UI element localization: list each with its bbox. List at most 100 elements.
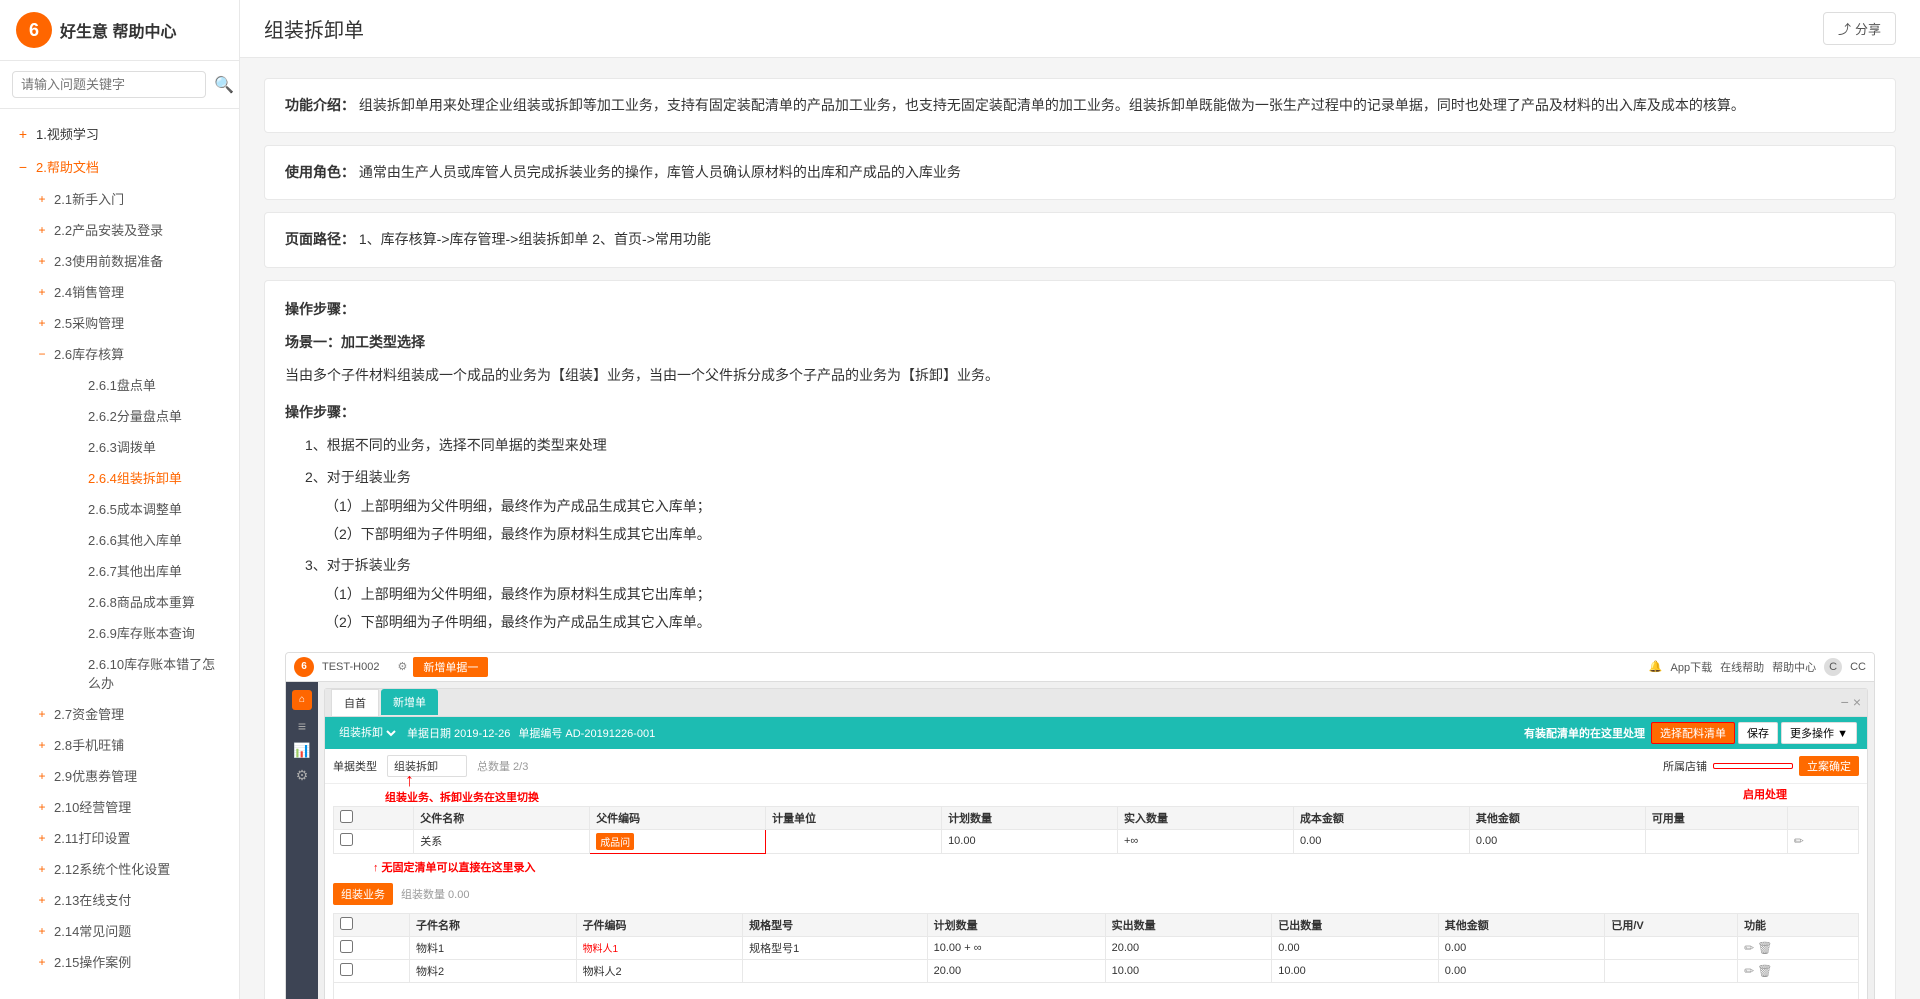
sidebar-item-online-pay[interactable]: + 2.13在线支付 bbox=[0, 884, 239, 915]
ss-icon-settings: ⚙ bbox=[397, 660, 407, 673]
intro-label: 功能介绍： bbox=[285, 97, 355, 113]
ss-bth-child-code: 子件编码 bbox=[576, 913, 743, 936]
search-button[interactable]: 🔍 bbox=[212, 73, 236, 97]
step3-sub2: （2）下部明细为子件明细，最终作为产成品生成其它入库单。 bbox=[285, 610, 1875, 635]
ss-brow2-edit-icon[interactable]: ✏ bbox=[1744, 964, 1754, 978]
logo-icon-text: 6 bbox=[29, 20, 39, 41]
ss-field-wh[interactable] bbox=[1713, 763, 1793, 769]
ss-th-op bbox=[1787, 806, 1858, 829]
ss-brow1-edit-icon[interactable]: ✏ bbox=[1744, 941, 1754, 955]
sidebar-label-sales: 2.4销售管理 bbox=[54, 282, 124, 301]
ss-brow2-used bbox=[1605, 959, 1738, 982]
sidebar-item-split-stocktake[interactable]: 2.6.2分量盘点单 bbox=[52, 400, 239, 431]
sidebar-item-other-in[interactable]: 2.6.6其他入库单 bbox=[52, 524, 239, 555]
ss-brow1-other: 0.00 bbox=[1438, 936, 1605, 959]
ss-window-controls: − × bbox=[1841, 694, 1861, 710]
ss-topbar: 6 TEST-H002 ⚙ 新增单据一 🔔 App下载 在线帮助 帮助中心 C bbox=[286, 653, 1874, 682]
sidebar-item-purchase[interactable]: + 2.5采购管理 bbox=[0, 307, 239, 338]
ss-brow2-checkbox[interactable] bbox=[340, 963, 353, 976]
ss-brow1-code: 物料人1 bbox=[576, 936, 743, 959]
ss-type-select[interactable]: 组装拆卸 bbox=[335, 726, 399, 740]
ss-arrow-type: ↑ bbox=[405, 770, 414, 791]
sidebar-item-mobile[interactable]: + 2.8手机旺铺 bbox=[0, 729, 239, 760]
sidebar-item-cost-adjust[interactable]: 2.6.5成本调整单 bbox=[52, 493, 239, 524]
ss-sidebar-icon-list: ≡ bbox=[298, 718, 306, 734]
ss-system-id: TEST-H002 bbox=[322, 661, 379, 673]
ss-top-icon1: 🔔 bbox=[1649, 660, 1663, 673]
sidebar-item-assemble[interactable]: 2.6.4组装拆卸单 bbox=[52, 462, 239, 493]
ss-bottom-table: 子件名称 子件编码 规格型号 计划数量 实出数量 已出数量 其他金额 已用/V bbox=[333, 913, 1859, 999]
ss-brow1-del-icon[interactable]: 🗑 bbox=[1757, 941, 1772, 955]
sidebar-label-docs: 2.帮助文档 bbox=[36, 157, 99, 176]
page-title: 组装拆卸单 bbox=[264, 14, 364, 43]
sidebar-item-coupon[interactable]: + 2.9优惠券管理 bbox=[0, 760, 239, 791]
ss-minimize-icon[interactable]: − bbox=[1841, 694, 1849, 710]
ss-top-row-1: 关系 成品问 10.00 +∞ 0.00 0.00 bbox=[334, 829, 1859, 853]
ss-tab-home[interactable]: 自首 bbox=[331, 689, 379, 716]
ss-sidebar-icon-settings: ⚙ bbox=[296, 767, 309, 784]
main-area: 组装拆卸单 ⤴ 分享 功能介绍： 组装拆卸单用来处理企业组装或拆卸等加工业务，支… bbox=[240, 0, 1920, 999]
plus-icon-coupon: + bbox=[36, 770, 48, 782]
sidebar-item-print[interactable]: + 2.11打印设置 bbox=[0, 822, 239, 853]
minus-icon-inventory: − bbox=[36, 348, 48, 360]
sidebar-item-other-out[interactable]: 2.6.7其他出库单 bbox=[52, 555, 239, 586]
sidebar-item-stock-query[interactable]: 2.6.9库存账本查询 bbox=[52, 617, 239, 648]
ss-header-right: 有装配清单的在这里处理 选择配料清单 保存 更多操作 ▼ bbox=[1524, 722, 1857, 744]
sidebar-label-adjust: 2.6.3调拨单 bbox=[88, 437, 156, 456]
ss-more-btn[interactable]: 更多操作 ▼ bbox=[1781, 722, 1857, 744]
ss-confirm-btn[interactable]: 立案确定 bbox=[1799, 756, 1859, 776]
share-icon: ⤴ bbox=[1838, 19, 1851, 38]
sidebar-item-newbie[interactable]: + 2.1新手入门 bbox=[0, 183, 239, 214]
ss-close-icon[interactable]: × bbox=[1853, 694, 1861, 710]
plus-icon-newbie: + bbox=[36, 193, 48, 205]
ss-field-type[interactable]: 组装拆卸 bbox=[387, 755, 467, 777]
sidebar-item-cases[interactable]: + 2.15操作案例 bbox=[0, 946, 239, 977]
sidebar-item-inventory[interactable]: − 2.6库存核算 bbox=[0, 338, 239, 369]
sidebar-item-operation[interactable]: + 2.10经营管理 bbox=[0, 791, 239, 822]
ss-th-parent-name: 父件名称 bbox=[414, 806, 590, 829]
step2-sub2: （2）下部明细为子件明细，最终作为原材料生成其它出库单。 bbox=[285, 522, 1875, 547]
ss-brow1-checkbox[interactable] bbox=[340, 940, 353, 953]
sidebar-item-faq[interactable]: + 2.14常见问题 bbox=[0, 915, 239, 946]
sidebar-label-faq: 2.14常见问题 bbox=[54, 921, 131, 940]
ss-brow2-del-icon[interactable]: 🗑 bbox=[1757, 964, 1772, 978]
search-input[interactable] bbox=[12, 71, 206, 98]
ss-bth-check-all[interactable] bbox=[340, 917, 353, 930]
ss-field-label-qty: 总数量 2/3 bbox=[477, 758, 528, 774]
ss-row1-edit-icon[interactable]: ✏ bbox=[1794, 834, 1804, 848]
ss-save-btn[interactable]: 保存 bbox=[1738, 722, 1778, 744]
sidebar-item-video[interactable]: + 1.视频学习 bbox=[0, 117, 239, 150]
sidebar-label-stock-query: 2.6.9库存账本查询 bbox=[88, 623, 195, 642]
share-button[interactable]: ⤴ 分享 bbox=[1823, 12, 1896, 45]
ss-check-all[interactable] bbox=[340, 810, 353, 823]
sidebar-item-sales[interactable]: + 2.4销售管理 bbox=[0, 276, 239, 307]
intro-block: 功能介绍： 组装拆卸单用来处理企业组装或拆卸等加工业务，支持有固定装配清单的产品… bbox=[264, 78, 1896, 133]
step1: 1、根据不同的业务，选择不同单据的类型来处理 bbox=[285, 433, 1875, 458]
role-block: 使用角色： 通常由生产人员或库管人员完成拆装业务的操作，库管人员确认原材料的出库… bbox=[264, 145, 1896, 200]
ss-row1-checkbox[interactable] bbox=[340, 833, 353, 846]
sidebar-item-finance[interactable]: + 2.7资金管理 bbox=[0, 698, 239, 729]
ops-steps-heading: 操作步骤： bbox=[285, 400, 1875, 425]
ss-field-label-type: 单据类型 bbox=[333, 758, 377, 774]
ss-top-table: 父件名称 父件编码 计量单位 计划数量 实入数量 成本金额 其他金额 可用量 bbox=[333, 806, 1859, 854]
sidebar-item-customize[interactable]: + 2.12系统个性化设置 bbox=[0, 853, 239, 884]
sidebar-item-stock-error[interactable]: 2.6.10库存账本错了怎么办 bbox=[52, 648, 239, 698]
ss-row1-cost: 0.00 bbox=[1293, 829, 1469, 853]
ss-select-bom-btn[interactable]: 选择配料清单 bbox=[1651, 722, 1735, 744]
sidebar-label-stock-error: 2.6.10库存账本错了怎么办 bbox=[88, 654, 223, 692]
sidebar-item-data[interactable]: + 2.3使用前数据准备 bbox=[0, 245, 239, 276]
ss-form-area: 单据类型 组装拆卸 总数量 2/3 组装业务、拆卸业务在这里切换 ↑ bbox=[325, 749, 1867, 784]
top-bar: 组装拆卸单 ⤴ 分享 bbox=[240, 0, 1920, 58]
ss-logo: 6 bbox=[294, 657, 314, 677]
ss-new-bill-btn[interactable]: 新增单据一 bbox=[413, 657, 488, 677]
ss-bth-issued-qty: 已出数量 bbox=[1272, 913, 1439, 936]
sidebar-item-cost-recalc[interactable]: 2.6.8商品成本重算 bbox=[52, 586, 239, 617]
sidebar-item-stocktake[interactable]: 2.6.1盘点单 bbox=[52, 369, 239, 400]
search-area: 🔍 bbox=[0, 61, 239, 109]
ss-brow1-check bbox=[334, 936, 410, 959]
path-block: 页面路径： 1、库存核算->库存管理->组装拆卸单 2、首页->常用功能 bbox=[264, 212, 1896, 267]
sidebar-item-adjust[interactable]: 2.6.3调拨单 bbox=[52, 431, 239, 462]
sidebar-item-docs[interactable]: − 2.帮助文档 bbox=[0, 150, 239, 183]
sidebar-item-install[interactable]: + 2.2产品安装及登录 bbox=[0, 214, 239, 245]
ss-tab-new[interactable]: 新增单 bbox=[381, 689, 438, 715]
